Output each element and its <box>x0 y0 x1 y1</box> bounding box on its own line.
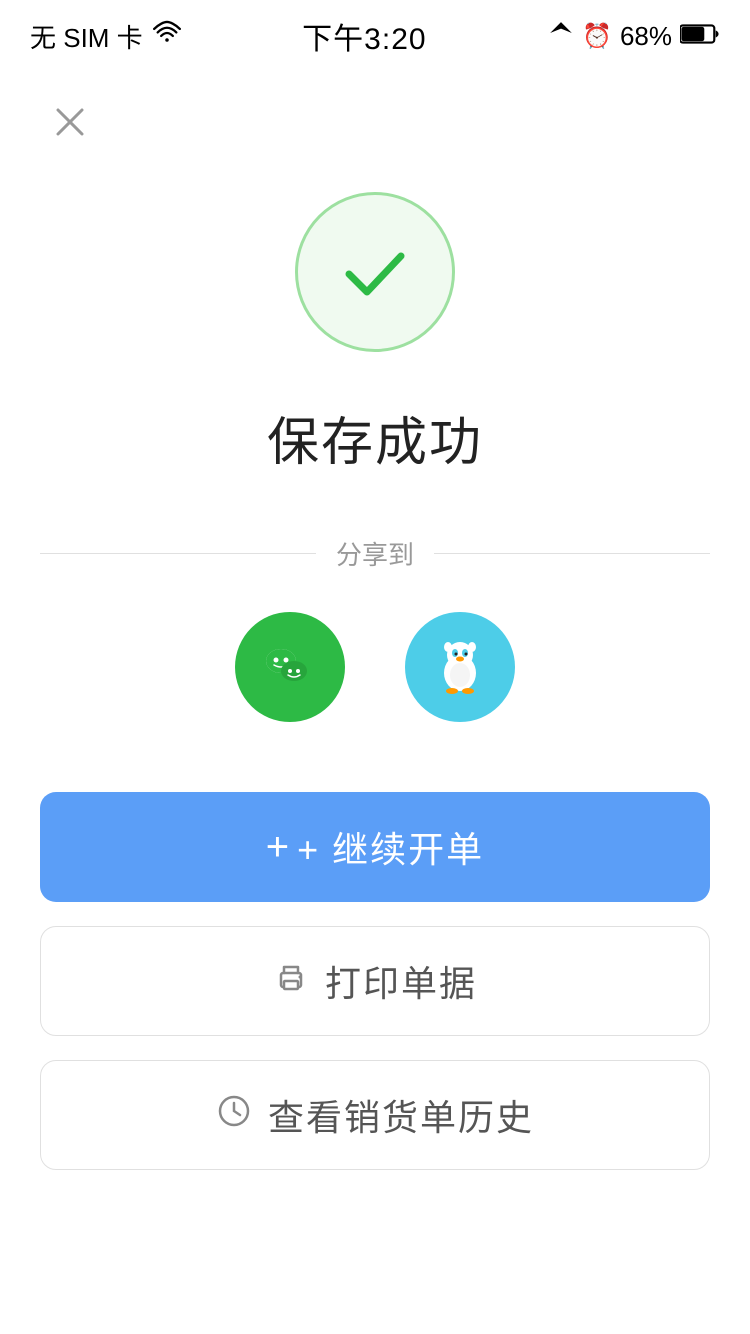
status-time: 下午3:20 <box>302 14 426 58</box>
battery-percent: 68% <box>620 21 672 52</box>
main-content: 保存成功 分享到 <box>0 152 750 1170</box>
wechat-share-button[interactable] <box>235 612 345 722</box>
carrier-text: 无 SIM 卡 <box>30 18 143 55</box>
success-icon-circle <box>295 192 455 352</box>
status-right: ⏰ 68% <box>548 20 720 53</box>
success-title: 保存成功 <box>267 400 483 475</box>
share-icons <box>40 612 710 722</box>
print-icon <box>273 959 309 1004</box>
continue-button[interactable]: + + 继续开单 <box>40 792 710 902</box>
location-icon <box>548 20 574 53</box>
qq-share-button[interactable] <box>405 612 515 722</box>
plus-icon: + <box>266 827 291 867</box>
action-buttons: + + 继续开单 打印单据 查看销货单历史 <box>40 792 710 1170</box>
clock-icon <box>216 1093 252 1138</box>
alarm-icon: ⏰ <box>582 22 612 51</box>
share-section: 分享到 <box>40 535 710 722</box>
history-button[interactable]: 查看销货单历史 <box>40 1060 710 1170</box>
print-button[interactable]: 打印单据 <box>40 926 710 1036</box>
share-label: 分享到 <box>316 535 434 572</box>
history-label: 查看销货单历史 <box>268 1089 534 1141</box>
continue-label: + 继续开单 <box>297 821 484 873</box>
wifi-icon <box>153 19 181 54</box>
status-left: 无 SIM 卡 <box>30 18 181 55</box>
status-bar: 无 SIM 卡 下午3:20 ⏰ 68% <box>0 0 750 72</box>
close-button[interactable] <box>40 92 100 152</box>
print-label: 打印单据 <box>325 955 477 1007</box>
battery-icon <box>680 21 720 52</box>
share-divider: 分享到 <box>40 535 710 572</box>
